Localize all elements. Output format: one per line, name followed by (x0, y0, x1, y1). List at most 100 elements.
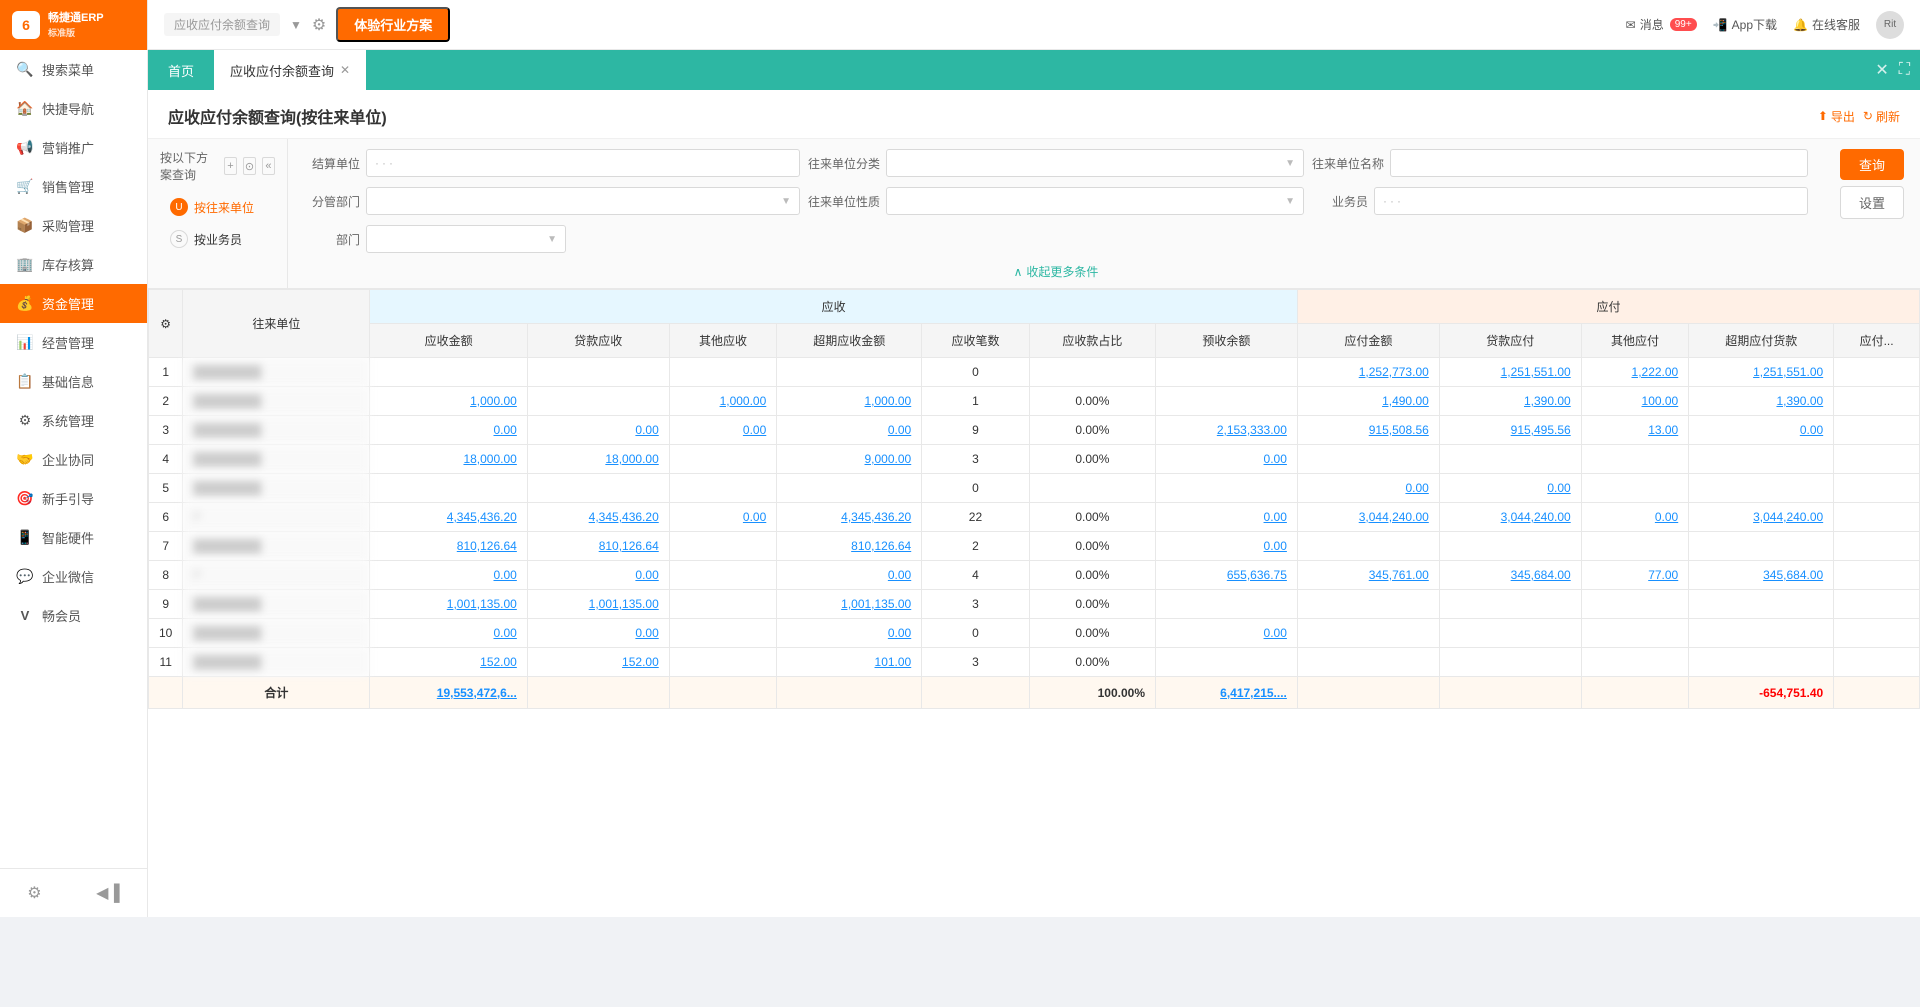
sidebar-item-purchase[interactable]: 📦 采购管理 (0, 206, 147, 245)
sidebar-collapse-btn[interactable]: ◀▐ (86, 877, 130, 909)
cell-ar_overdue: 101.00 (777, 648, 922, 677)
sidebar-item-marketing[interactable]: 📢 营销推广 (0, 128, 147, 167)
online-service-btn[interactable]: 🔔 在线客服 (1793, 16, 1860, 33)
table-settings-header[interactable]: ⚙ (149, 290, 183, 358)
header-dropdown-btn[interactable]: ▼ (290, 18, 302, 32)
cell-ap_more (1834, 358, 1920, 387)
header-breadcrumb: 应收应付余额查询 (164, 13, 280, 36)
cell-ar_loan (527, 474, 669, 503)
sidebar-item-search[interactable]: 🔍 搜索菜单 (0, 50, 147, 89)
salesman-input[interactable]: ··· (1374, 187, 1808, 215)
app-download-label: App下载 (1732, 16, 1777, 33)
unit-name-label: 往来单位名称 (1312, 155, 1384, 172)
filter-dept-manage-group: 分管部门 ▼ (304, 187, 800, 215)
sidebar-item-corp[interactable]: 🤝 企业协同 (0, 440, 147, 479)
sidebar-item-quicknav[interactable]: 🏠 快捷导航 (0, 89, 147, 128)
cell-ap_amount: 345,761.00 (1297, 561, 1439, 590)
company-input[interactable]: ··· (366, 149, 800, 177)
unit-category-input[interactable]: ▼ (886, 149, 1304, 177)
sidebar-item-sales[interactable]: 🛒 销售管理 (0, 167, 147, 206)
cell-ar_loan (527, 358, 669, 387)
sidebar-item-wechat[interactable]: 💬 企业微信 (0, 557, 147, 596)
cell-ar_loan: 18,000.00 (527, 445, 669, 474)
tab-close-icon[interactable]: ✕ (340, 63, 350, 77)
tab-arqry[interactable]: 应收应付余额查询 ✕ (214, 50, 366, 90)
cell-ap_other (1581, 590, 1689, 619)
sidebar-item-label: 经营管理 (42, 333, 94, 352)
finance-icon: 💰 (16, 295, 34, 313)
query-button[interactable]: 查询 (1840, 149, 1904, 180)
cell-ar_prepay (1155, 590, 1297, 619)
cell-ap_loan (1439, 619, 1581, 648)
filter-target-btn[interactable]: ⊙ (243, 157, 256, 175)
sidebar-item-member[interactable]: V 畅会员 (0, 596, 147, 635)
cell-ap_overdue: 345,684.00 (1689, 561, 1834, 590)
cell-ar_loan (527, 387, 669, 416)
add-filter-btn[interactable]: + (224, 157, 237, 175)
dept-label: 部门 (304, 231, 360, 248)
query-by-staff[interactable]: S 按业务员 (160, 225, 275, 253)
cell-no: 2 (149, 387, 183, 416)
table-footer: 合计 19,553,472,6... 100.00% 6,417,215....… (149, 677, 1920, 709)
cell-ar_ratio: 0.00% (1029, 648, 1155, 677)
ap-overdue-header: 超期应付货款 (1689, 324, 1834, 358)
message-btn[interactable]: ✉ 消息 99+ (1626, 16, 1697, 33)
cell-ar_overdue: 0.00 (777, 561, 922, 590)
sidebar-item-finance[interactable]: 💰 资金管理 (0, 284, 147, 323)
cell-ar_ratio: 0.00% (1029, 619, 1155, 648)
cell-ar_overdue (777, 474, 922, 503)
dept-manage-input[interactable]: ▼ (366, 187, 800, 215)
filter-salesman-group: 业务员 ··· (1312, 187, 1808, 215)
cell-ar_prepay (1155, 648, 1297, 677)
table-row: 4████████18,000.0018,000.009,000.0030.00… (149, 445, 1920, 474)
tab-fullscreen-btn[interactable]: ⛶ (1899, 61, 1910, 79)
sidebar-settings-btn[interactable]: ⚙ (17, 877, 51, 909)
cell-ap_overdue: 1,251,551.00 (1689, 358, 1834, 387)
sidebar-item-operation[interactable]: 📊 经营管理 (0, 323, 147, 362)
cell-ar_count: 2 (922, 532, 1030, 561)
collapse-btn[interactable]: ∧ 收起更多条件 (1014, 263, 1099, 280)
query-by-unit[interactable]: U 按往来单位 (160, 193, 275, 221)
sidebar-item-system[interactable]: ⚙ 系统管理 (0, 401, 147, 440)
sidebar-item-basic[interactable]: 📋 基础信息 (0, 362, 147, 401)
cell-ap_more (1834, 648, 1920, 677)
refresh-button[interactable]: ↻ 刷新 (1863, 108, 1900, 125)
cell-ap_overdue (1689, 532, 1834, 561)
message-label: 消息 (1640, 16, 1664, 33)
user-avatar[interactable]: Rit (1876, 11, 1904, 39)
header-gear-btn[interactable]: ⚙ (312, 15, 326, 35)
logo-icon: 6 (12, 11, 40, 39)
sidebar-item-guide[interactable]: 🎯 新手引导 (0, 479, 147, 518)
search-icon: 🔍 (16, 61, 34, 79)
cell-ap_overdue: 3,044,240.00 (1689, 503, 1834, 532)
cell-ar_loan: 4,345,436.20 (527, 503, 669, 532)
cell-ap_loan: 1,251,551.00 (1439, 358, 1581, 387)
unit-name-input[interactable] (1390, 149, 1808, 177)
sidebar-item-hardware[interactable]: 📱 智能硬件 (0, 518, 147, 557)
cell-ar_ratio: 0.00% (1029, 590, 1155, 619)
cell-no: 1 (149, 358, 183, 387)
setting-button[interactable]: 设置 (1840, 186, 1904, 219)
footer-ap-overdue: -654,751.40 (1689, 677, 1834, 709)
page-title: 应收应付余额查询(按往来单位) (168, 104, 387, 128)
tab-close-window-btn[interactable]: ✕ (1875, 60, 1888, 80)
sidebar-item-label: 营销推广 (42, 138, 94, 157)
cell-ap_overdue (1689, 648, 1834, 677)
cell-ap_other (1581, 474, 1689, 503)
cell-ar_loan: 810,126.64 (527, 532, 669, 561)
cell-ap_other (1581, 648, 1689, 677)
tab-home[interactable]: 首页 (148, 50, 214, 90)
sidebar-item-inventory[interactable]: 🏢 库存核算 (0, 245, 147, 284)
main-table: ⚙ 往来单位 应收 应付 应收金额 贷款应收 其他应收 超期应收金额 应收笔数 … (148, 289, 1920, 709)
unit-nature-input[interactable]: ▼ (886, 187, 1304, 215)
cell-no: 7 (149, 532, 183, 561)
message-badge: 99+ (1670, 18, 1697, 31)
promo-button[interactable]: 体验行业方案 (336, 7, 450, 42)
cell-ap_other: 13.00 (1581, 416, 1689, 445)
app-download-btn[interactable]: 📲 App下载 (1713, 16, 1777, 33)
cell-ar_count: 4 (922, 561, 1030, 590)
export-button[interactable]: ⬆ 导出 (1818, 108, 1855, 125)
cell-unit: ████████ (183, 619, 370, 648)
dept-input[interactable]: ▼ (366, 225, 566, 253)
filter-expand-btn[interactable]: « (262, 157, 275, 175)
